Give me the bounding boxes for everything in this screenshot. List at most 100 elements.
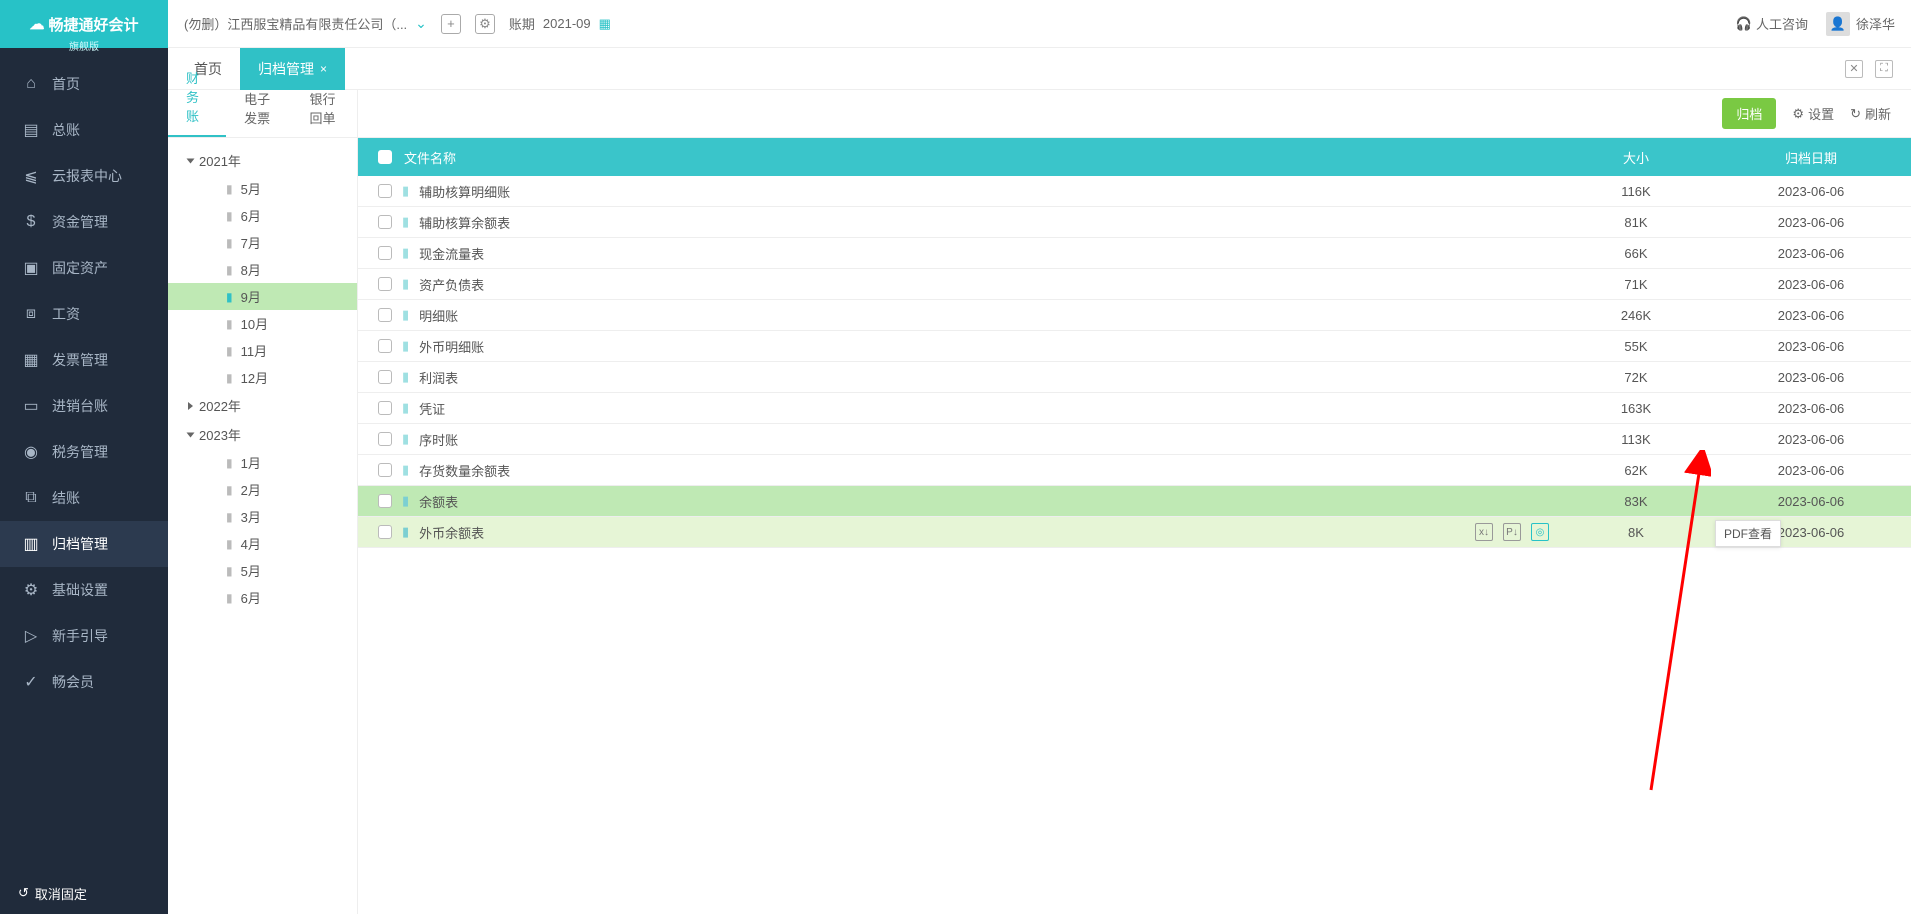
table-row[interactable]: ▮ 现金流量表 66K 2023-06-06	[358, 238, 1911, 269]
nav-税务管理[interactable]: ◉税务管理	[0, 429, 168, 475]
table-row[interactable]: ▮ 利润表 72K 2023-06-06	[358, 362, 1911, 393]
tab-close-button[interactable]: ✕	[1845, 60, 1863, 78]
unpin-button[interactable]: ↺ 取消固定	[0, 872, 168, 914]
tree-month-2月[interactable]: ▮2月	[168, 476, 357, 503]
tree-month-10月[interactable]: ▮10月	[168, 310, 357, 337]
nav-新手引导[interactable]: ▷新手引导	[0, 613, 168, 659]
setting-icon-button[interactable]: ⚙	[475, 14, 495, 34]
tree-month-6月[interactable]: ▮6月	[168, 584, 357, 611]
table-row[interactable]: ▮ 外币余额表 x↓ P↓ ◎ PDF查看 8K 2023-06-06	[358, 517, 1911, 548]
table-row[interactable]: ▮ 余额表 83K 2023-06-06	[358, 486, 1911, 517]
table-row[interactable]: ▮ 序时账 113K 2023-06-06	[358, 424, 1911, 455]
nav-icon: ⧉	[22, 489, 40, 507]
nav-固定资产[interactable]: ▣固定资产	[0, 245, 168, 291]
tree-month-12月[interactable]: ▮12月	[168, 364, 357, 391]
pdf-view-tooltip: PDF查看	[1715, 520, 1781, 547]
table-row[interactable]: ▮ 辅助核算明细账 116K 2023-06-06	[358, 176, 1911, 207]
select-all-checkbox[interactable]	[378, 150, 392, 164]
tree-year-2022年[interactable]: 2022年	[168, 391, 357, 420]
add-button[interactable]: +	[441, 14, 461, 34]
cloud-icon: ☁	[29, 15, 44, 33]
tree-month-1月[interactable]: ▮1月	[168, 449, 357, 476]
nav-畅会员[interactable]: ✓畅会员	[0, 659, 168, 705]
file-name: 外币明细账	[419, 337, 484, 356]
row-checkbox[interactable]	[378, 215, 392, 229]
row-checkbox[interactable]	[378, 370, 392, 384]
sidebar: ☁ 畅捷通好会计 旗舰版 ⌂首页▤总账⫹云报表中心$资金管理▣固定资产⧈工资▦发…	[0, 0, 168, 914]
nav-资金管理[interactable]: $资金管理	[0, 199, 168, 245]
tree-month-5月[interactable]: ▮5月	[168, 175, 357, 202]
subtab-财务账[interactable]: 财务账	[168, 68, 226, 137]
nav-结账[interactable]: ⧉结账	[0, 475, 168, 521]
tree-month-5月[interactable]: ▮5月	[168, 557, 357, 584]
tree-month-6月[interactable]: ▮6月	[168, 202, 357, 229]
nav-icon: ▭	[22, 397, 40, 415]
folder-icon: ▮	[402, 245, 409, 261]
download-excel-icon[interactable]: x↓	[1475, 523, 1493, 541]
period-selector[interactable]: 账期 2021-09 ▦	[509, 14, 611, 33]
refresh-link[interactable]: ↻ 刷新	[1850, 104, 1891, 123]
settings-link[interactable]: ⚙ 设置	[1792, 104, 1834, 123]
file-date: 2023-06-06	[1711, 308, 1911, 323]
tree-month-8月[interactable]: ▮8月	[168, 256, 357, 283]
table-row[interactable]: ▮ 辅助核算余额表 81K 2023-06-06	[358, 207, 1911, 238]
nav-基础设置[interactable]: ⚙基础设置	[0, 567, 168, 613]
company-selector[interactable]: (勿删）江西服宝精品有限责任公司（... ⌄	[184, 14, 427, 33]
nav-进销台账[interactable]: ▭进销台账	[0, 383, 168, 429]
col-name: 文件名称	[404, 148, 456, 167]
tab-close-icon[interactable]: ×	[320, 62, 327, 76]
tree-year-2021年[interactable]: 2021年	[168, 146, 357, 175]
download-pdf-icon[interactable]: P↓	[1503, 523, 1521, 541]
file-size: 72K	[1561, 370, 1711, 385]
table-row[interactable]: ▮ 凭证 163K 2023-06-06	[358, 393, 1911, 424]
table-row[interactable]: ▮ 外币明细账 55K 2023-06-06	[358, 331, 1911, 362]
row-checkbox[interactable]	[378, 308, 392, 322]
archive-button[interactable]: 归档	[1722, 98, 1776, 129]
pdf-view-icon[interactable]: ◎	[1531, 523, 1549, 541]
file-size: 246K	[1561, 308, 1711, 323]
row-checkbox[interactable]	[378, 401, 392, 415]
folder-icon: ▮	[402, 524, 409, 540]
table-row[interactable]: ▮ 明细账 246K 2023-06-06	[358, 300, 1911, 331]
subtab-银行回单[interactable]: 银行回单	[292, 89, 357, 137]
row-checkbox[interactable]	[378, 525, 392, 539]
nav-云报表中心[interactable]: ⫹云报表中心	[0, 153, 168, 199]
calendar-icon: ▦	[599, 16, 611, 32]
file-name: 现金流量表	[419, 244, 484, 263]
row-checkbox[interactable]	[378, 246, 392, 260]
table-row[interactable]: ▮ 存货数量余额表 62K 2023-06-06	[358, 455, 1911, 486]
gear-icon: ⚙	[1792, 106, 1804, 122]
tab-归档管理[interactable]: 归档管理×	[240, 48, 345, 90]
tree-month-4月[interactable]: ▮4月	[168, 530, 357, 557]
user-menu[interactable]: 👤 徐泽华	[1826, 12, 1895, 36]
tree-year-2023年[interactable]: 2023年	[168, 420, 357, 449]
file-date: 2023-06-06	[1711, 494, 1911, 509]
row-checkbox[interactable]	[378, 463, 392, 477]
nav-归档管理[interactable]: ▥归档管理	[0, 521, 168, 567]
row-checkbox[interactable]	[378, 184, 392, 198]
row-checkbox[interactable]	[378, 339, 392, 353]
row-checkbox[interactable]	[378, 494, 392, 508]
folder-icon: ▮	[402, 431, 409, 447]
nav-首页[interactable]: ⌂首页	[0, 61, 168, 107]
row-checkbox[interactable]	[378, 277, 392, 291]
support-link[interactable]: 🎧 人工咨询	[1736, 14, 1808, 33]
tree-month-7月[interactable]: ▮7月	[168, 229, 357, 256]
table-row[interactable]: ▮ 资产负债表 71K 2023-06-06	[358, 269, 1911, 300]
fullscreen-button[interactable]: ⛶	[1875, 60, 1893, 78]
caret-icon	[187, 158, 195, 163]
caret-icon	[188, 402, 193, 410]
file-date: 2023-06-06	[1711, 215, 1911, 230]
row-checkbox[interactable]	[378, 432, 392, 446]
topbar: (勿删）江西服宝精品有限责任公司（... ⌄ + ⚙ 账期 2021-09 ▦ …	[168, 0, 1911, 48]
tree-month-3月[interactable]: ▮3月	[168, 503, 357, 530]
file-date: 2023-06-06	[1711, 277, 1911, 292]
nav-发票管理[interactable]: ▦发票管理	[0, 337, 168, 383]
file-date: 2023-06-06	[1711, 463, 1911, 478]
subtab-电子发票[interactable]: 电子发票	[226, 89, 291, 137]
tree-month-11月[interactable]: ▮11月	[168, 337, 357, 364]
nav-总账[interactable]: ▤总账	[0, 107, 168, 153]
file-size: 8K	[1561, 525, 1711, 540]
nav-工资[interactable]: ⧈工资	[0, 291, 168, 337]
tree-month-9月[interactable]: ▮9月	[168, 283, 357, 310]
